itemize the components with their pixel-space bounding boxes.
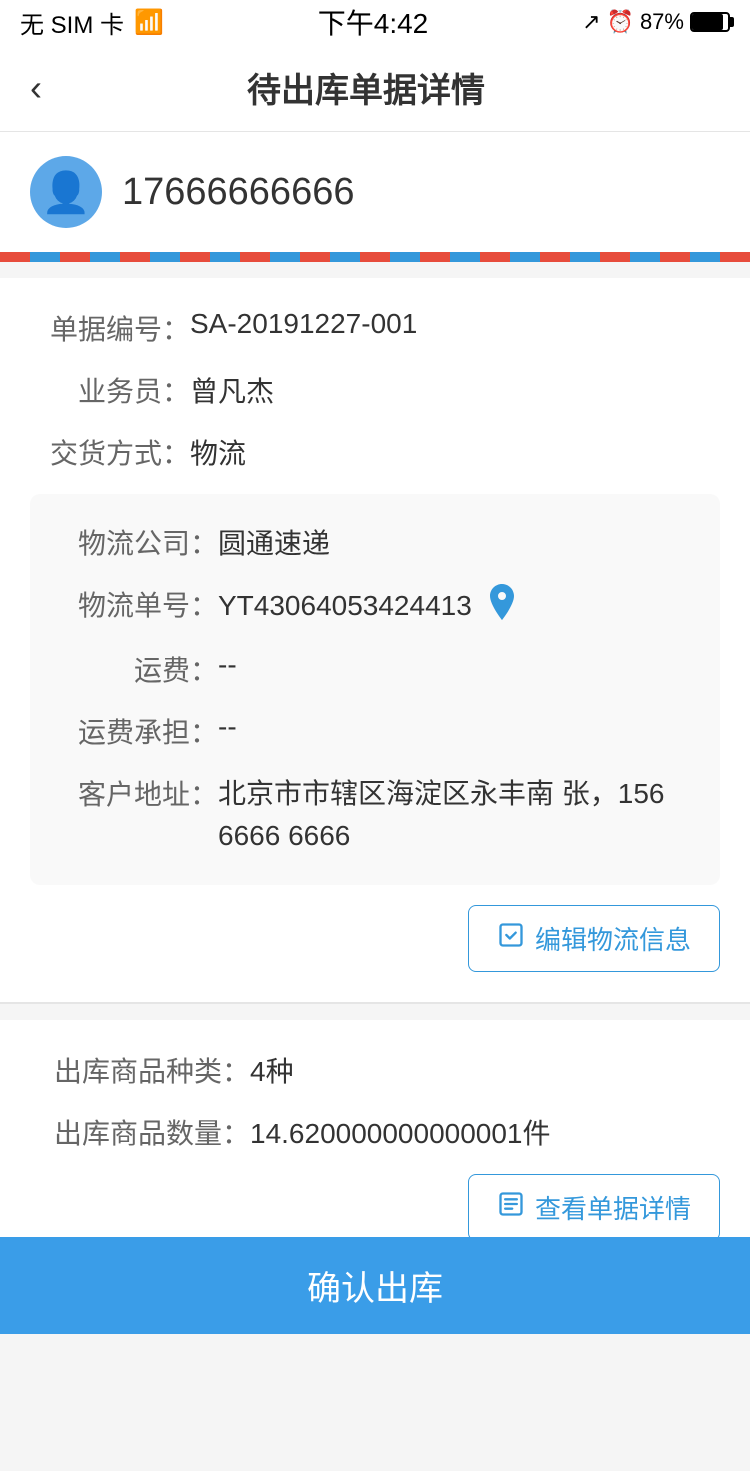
view-detail-wrap: 查看单据详情 <box>30 1174 720 1241</box>
logistics-company-value: 圆通速递 <box>218 522 692 562</box>
customer-phone: 17666666666 <box>122 171 354 214</box>
view-detail-label: 查看单据详情 <box>535 1189 691 1226</box>
order-no-label: 单据编号： <box>30 308 190 348</box>
delivery-value: 物流 <box>190 432 720 472</box>
salesman-row: 业务员： 曾凡杰 <box>30 370 720 410</box>
map-pin-icon[interactable] <box>486 584 518 627</box>
status-right: ↗ ⏰ 87% <box>582 9 730 35</box>
product-qty-label: 出库商品数量： <box>30 1112 250 1152</box>
battery-percentage: 87% <box>640 9 684 35</box>
address-row: 客户地址： 北京市市辖区海淀区永丰南 张，156 6666 6666 <box>58 773 692 857</box>
outbound-section: 出库商品种类： 4种 出库商品数量： 14.620000000000001件 查… <box>0 1020 750 1271</box>
status-left: 无 SIM 卡 📶 <box>20 5 164 40</box>
wifi-icon: 📶 <box>134 8 164 37</box>
product-type-value: 4种 <box>250 1050 720 1090</box>
logistics-tracking-row: 物流单号： YT43064053424413 <box>58 584 692 627</box>
edit-logistics-wrap: 编辑物流信息 <box>30 905 720 972</box>
address-value: 北京市市辖区海淀区永丰南 张，156 6666 6666 <box>218 773 692 857</box>
logistics-card: 物流公司： 圆通速递 物流单号： YT43064053424413 运费： --… <box>30 494 720 885</box>
logistics-company-row: 物流公司： 圆通速递 <box>58 522 692 562</box>
location-status-icon: ↗ <box>582 9 600 35</box>
logistics-tracking-value: YT43064053424413 <box>218 584 692 627</box>
customer-header: 👤 17666666666 <box>0 132 750 252</box>
user-icon: 👤 <box>41 169 91 216</box>
edit-logistics-button[interactable]: 编辑物流信息 <box>468 905 720 972</box>
battery-icon <box>690 12 730 32</box>
confirm-btn-wrap: 确认出库 <box>0 1237 750 1334</box>
address-label: 客户地址： <box>58 773 218 813</box>
order-no-row: 单据编号： SA-20191227-001 <box>30 308 720 348</box>
section-divider <box>0 1002 750 1004</box>
product-type-row: 出库商品种类： 4种 <box>30 1050 720 1090</box>
alarm-icon: ⏰ <box>607 9 634 35</box>
freight-value: -- <box>218 649 692 681</box>
edit-icon <box>497 921 525 956</box>
freight-bear-label: 运费承担： <box>58 711 218 751</box>
avatar: 👤 <box>30 156 102 228</box>
product-qty-row: 出库商品数量： 14.620000000000001件 <box>30 1112 720 1152</box>
freight-label: 运费： <box>58 649 218 689</box>
product-type-label: 出库商品种类： <box>30 1050 250 1090</box>
logistics-tracking-label: 物流单号： <box>58 584 218 624</box>
salesman-value: 曾凡杰 <box>190 370 720 410</box>
page-title: 待出库单据详情 <box>62 63 670 112</box>
tracking-number: YT43064053424413 <box>218 590 472 622</box>
logistics-company-label: 物流公司： <box>58 522 218 562</box>
delivery-row: 交货方式： 物流 <box>30 432 720 472</box>
freight-bear-row: 运费承担： -- <box>58 711 692 751</box>
back-button[interactable]: ‹ <box>30 67 62 109</box>
stripe-divider <box>0 252 750 262</box>
detail-icon <box>497 1190 525 1225</box>
basic-info-section: 单据编号： SA-20191227-001 业务员： 曾凡杰 交货方式： 物流 … <box>0 278 750 1002</box>
status-time: 下午4:42 <box>318 2 429 42</box>
salesman-label: 业务员： <box>30 370 190 410</box>
confirm-outbound-button[interactable]: 确认出库 <box>0 1261 750 1310</box>
order-no-value: SA-20191227-001 <box>190 308 720 340</box>
freight-bear-value: -- <box>218 711 692 743</box>
edit-logistics-label: 编辑物流信息 <box>535 920 691 957</box>
delivery-label: 交货方式： <box>30 432 190 472</box>
product-qty-value: 14.620000000000001件 <box>250 1112 720 1152</box>
carrier-label: 无 SIM 卡 <box>20 5 124 40</box>
view-detail-button[interactable]: 查看单据详情 <box>468 1174 720 1241</box>
nav-bar: ‹ 待出库单据详情 <box>0 44 750 132</box>
status-bar: 无 SIM 卡 📶 下午4:42 ↗ ⏰ 87% <box>0 0 750 44</box>
freight-row: 运费： -- <box>58 649 692 689</box>
